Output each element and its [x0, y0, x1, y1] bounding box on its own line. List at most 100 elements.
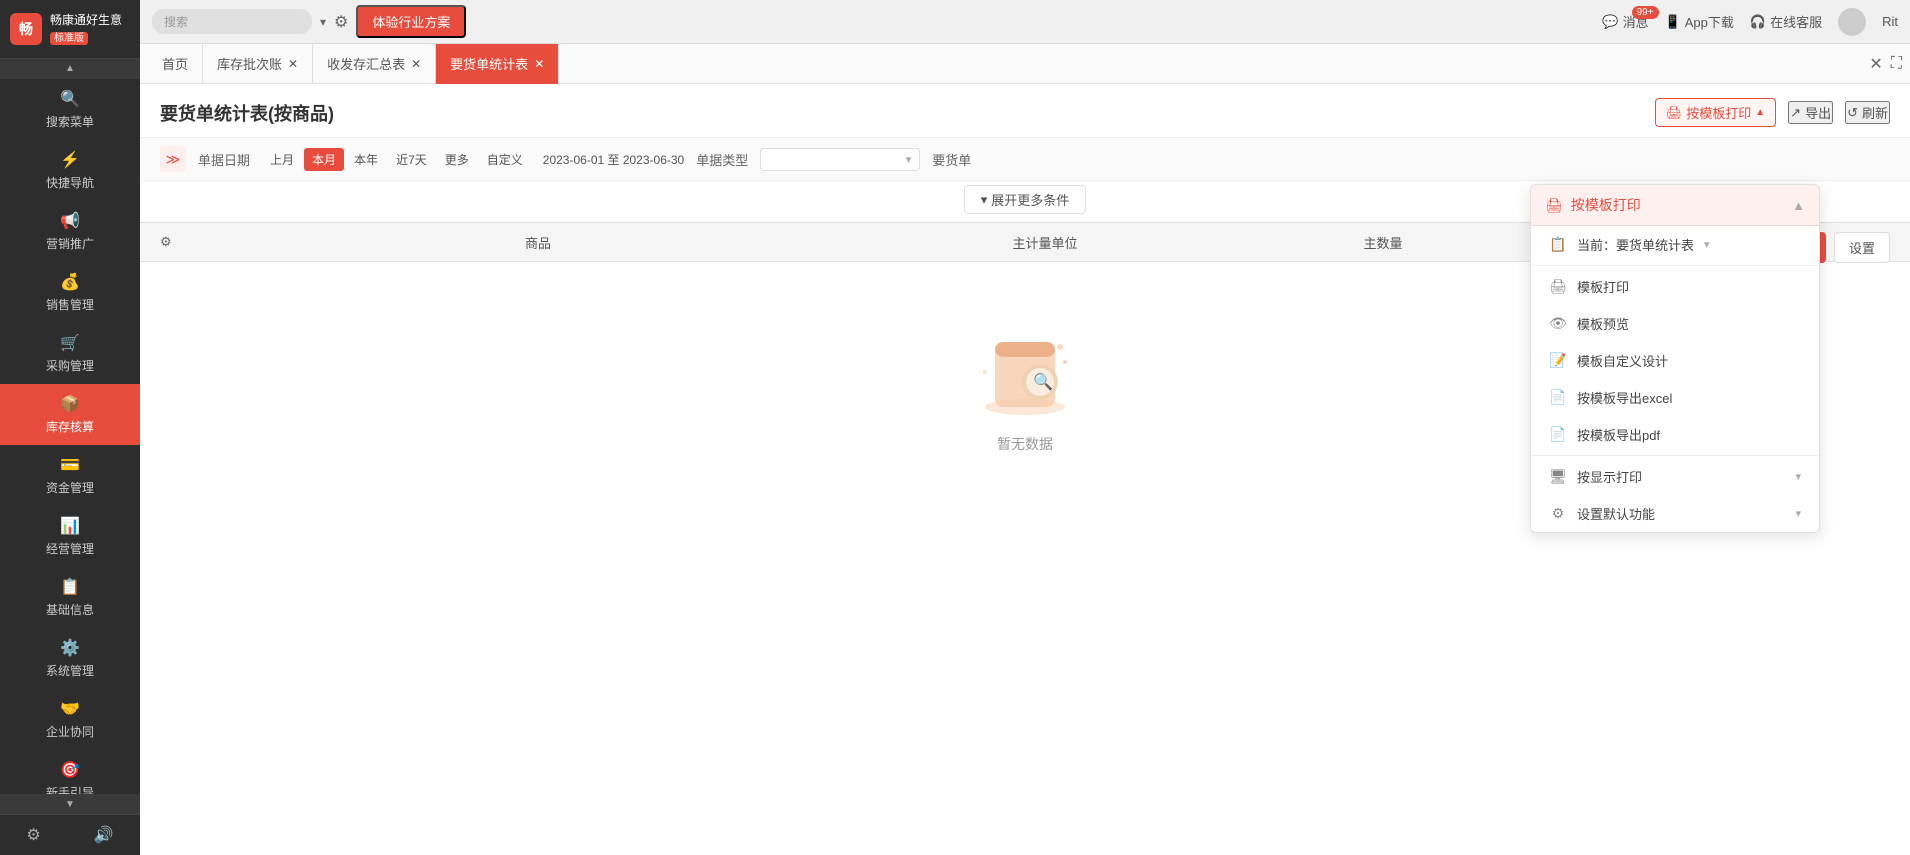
logo-text: 畅康通好生意 标准版 [50, 12, 122, 46]
inventory-icon: 📦 [60, 394, 80, 414]
system-icon: ⚙️ [60, 638, 80, 658]
cooperation-icon: 🤝 [60, 699, 80, 719]
sidebar-item-guide[interactable]: 🎯 新手引导 [0, 750, 140, 794]
setting-button[interactable]: 设置 [1834, 232, 1890, 263]
sidebar-scroll-up[interactable]: ▲ [0, 59, 140, 79]
marketing-icon: 📢 [60, 211, 80, 231]
window-buttons: ✕ ⛶ [1869, 44, 1902, 84]
avatar[interactable] [1838, 8, 1866, 36]
template-print-chevron-up: ▲ [1755, 107, 1765, 118]
sidebar-item-basic[interactable]: 📋 基础信息 [0, 567, 140, 628]
table-settings-icon[interactable]: ⚙ [160, 234, 200, 250]
sidebar-item-inventory[interactable]: 📦 库存核算 [0, 384, 140, 445]
date-tab-more[interactable]: 更多 [437, 148, 477, 171]
window-close-icon[interactable]: ✕ [1869, 54, 1882, 74]
tab-close-order-stats[interactable]: ✕ [534, 57, 544, 71]
search-icon: 🔍 [60, 89, 80, 109]
default-func-icon: ⚙ [1549, 505, 1567, 522]
doc-type-label: 单据类型 [696, 150, 748, 169]
current-item-arrow: ▾ [1704, 238, 1710, 251]
dropdown-export-excel[interactable]: 📄 按模板导出excel [1531, 379, 1819, 416]
doc-type-select[interactable]: ▾ [760, 148, 920, 171]
operation-icon: 📊 [60, 516, 80, 536]
sidebar-item-purchase[interactable]: 🛒 采购管理 [0, 323, 140, 384]
audio-bottom-icon[interactable]: 🔊 [94, 825, 114, 845]
dropdown-printer-icon: 🖨 [1545, 197, 1563, 214]
tab-receipt-summary[interactable]: 收发存汇总表 ✕ [313, 44, 436, 84]
sidebar-item-finance[interactable]: 💳 资金管理 [0, 445, 140, 506]
dropdown-template-custom[interactable]: 📝 模板自定义设计 [1531, 342, 1819, 379]
sidebar-nav: 🔍 搜索菜单 ⚡ 快捷导航 📢 营销推广 💰 销售管理 🛒 采购管理 📦 库存核… [0, 79, 140, 794]
date-tabs: 上月 本月 本年 近7天 更多 自定义 [262, 148, 531, 171]
display-print-arrow: ▾ [1795, 470, 1801, 483]
filter-bar: ≫ 单据日期 上月 本月 本年 近7天 更多 自定义 2023-06-01 至 … [140, 137, 1910, 181]
logo-icon: 畅 [10, 13, 42, 45]
quick-nav-icon: ⚡ [60, 150, 80, 170]
dropdown-default-func[interactable]: ⚙ 设置默认功能 ▾ [1531, 495, 1819, 532]
dropdown-display-print[interactable]: 🖥 按显示打印 ▾ [1531, 458, 1819, 495]
tab-order-stats[interactable]: 要货单统计表 ✕ [436, 44, 559, 84]
template-print-dropdown: 🖨 按模板打印 ▲ 📋 当前：要货单统计表 ▾ 🖨 模板打印 [1530, 184, 1820, 533]
display-print-icon: 🖥 [1549, 468, 1567, 485]
current-item-icon: 📋 [1549, 236, 1567, 253]
col-product: 商品 [200, 233, 876, 252]
dropdown-template-preview[interactable]: 👁 模板预览 [1531, 305, 1819, 342]
tab-bar: 首页 库存批次账 ✕ 收发存汇总表 ✕ 要货单统计表 ✕ ✕ ⛶ [140, 44, 1910, 84]
page-actions: 🖨 按模板打印 ▲ ↗ 导出 ↺ 刷新 [1655, 98, 1890, 127]
service-icon: 🎧 [1750, 14, 1766, 30]
refresh-icon: ↺ [1847, 105, 1858, 121]
trial-button[interactable]: 体验行业方案 [356, 5, 466, 38]
sales-icon: 💰 [60, 272, 80, 292]
finance-icon: 💳 [60, 455, 80, 475]
date-label: 单据日期 [198, 150, 250, 169]
sidebar-logo: 畅 畅康通好生意 标准版 [0, 0, 140, 59]
dropdown-header[interactable]: 🖨 按模板打印 ▲ [1531, 185, 1819, 226]
tab-inventory-batch[interactable]: 库存批次账 ✕ [203, 44, 313, 84]
printer-icon: 🖨 [1666, 105, 1683, 121]
col-unit: 主计量单位 [876, 233, 1214, 252]
empty-illustration: 🔍 [965, 322, 1085, 422]
dropdown-export-pdf[interactable]: 📄 按模板导出pdf [1531, 416, 1819, 453]
template-preview-icon: 👁 [1549, 315, 1567, 332]
sidebar-item-cooperation[interactable]: 🤝 企业协同 [0, 689, 140, 750]
date-tab-7days[interactable]: 近7天 [388, 148, 435, 171]
message-icon: 💬 [1602, 14, 1618, 30]
tab-close-inventory-batch[interactable]: ✕ [288, 57, 298, 71]
topbar-search-box[interactable]: 搜索 [152, 9, 312, 34]
sidebar-item-search[interactable]: 🔍 搜索菜单 [0, 79, 140, 140]
window-maximize-icon[interactable]: ⛶ [1891, 55, 1902, 73]
tab-close-receipt-summary[interactable]: ✕ [411, 57, 421, 71]
sidebar-item-marketing[interactable]: 📢 营销推广 [0, 201, 140, 262]
date-tab-this-year[interactable]: 本年 [346, 148, 386, 171]
export-button[interactable]: ↗ 导出 [1788, 101, 1833, 124]
dropdown-template-print[interactable]: 🖨 模板打印 [1531, 268, 1819, 305]
filter-expand-left-button[interactable]: ≫ [160, 146, 186, 172]
topbar: 搜索 ▾ ⚙ 体验行业方案 💬 消息 99+ 📱 App下载 🎧 在线客服 Ri… [140, 0, 1910, 44]
svg-text:🔍: 🔍 [1033, 371, 1053, 391]
sidebar-item-operation[interactable]: 📊 经营管理 [0, 506, 140, 567]
message-button[interactable]: 💬 消息 99+ [1602, 12, 1648, 31]
template-print-menu-icon: 🖨 [1549, 278, 1567, 295]
sidebar-scroll-down[interactable]: ▼ [0, 794, 140, 814]
tab-home[interactable]: 首页 [148, 44, 203, 84]
sidebar-item-system[interactable]: ⚙️ 系统管理 [0, 628, 140, 689]
date-tab-custom[interactable]: 自定义 [479, 148, 531, 171]
online-service-button[interactable]: 🎧 在线客服 [1750, 12, 1822, 31]
guide-icon: 🎯 [60, 760, 80, 780]
topbar-gear-icon[interactable]: ⚙ [334, 12, 348, 32]
template-print-button[interactable]: 🖨 按模板打印 ▲ [1655, 98, 1776, 127]
expand-more-button[interactable]: ▾ 展开更多条件 [964, 185, 1087, 214]
sidebar-item-quick-nav[interactable]: ⚡ 快捷导航 [0, 140, 140, 201]
date-tab-this-month[interactable]: 本月 [304, 148, 344, 171]
dropdown-divider-2 [1531, 455, 1819, 456]
settings-bottom-icon[interactable]: ⚙ [26, 825, 40, 845]
topbar-chevron-icon[interactable]: ▾ [320, 15, 326, 29]
username: Rit [1882, 14, 1898, 29]
dropdown-current-item[interactable]: 📋 当前：要货单统计表 ▾ [1531, 226, 1819, 263]
app-download-button[interactable]: 📱 App下载 [1665, 12, 1734, 31]
sidebar-item-sales[interactable]: 💰 销售管理 [0, 262, 140, 323]
topbar-right: 💬 消息 99+ 📱 App下载 🎧 在线客服 Rit [1602, 8, 1898, 36]
order-tag-label: 要货单 [932, 150, 971, 169]
date-tab-last-month[interactable]: 上月 [262, 148, 302, 171]
refresh-button[interactable]: ↺ 刷新 [1845, 101, 1890, 124]
